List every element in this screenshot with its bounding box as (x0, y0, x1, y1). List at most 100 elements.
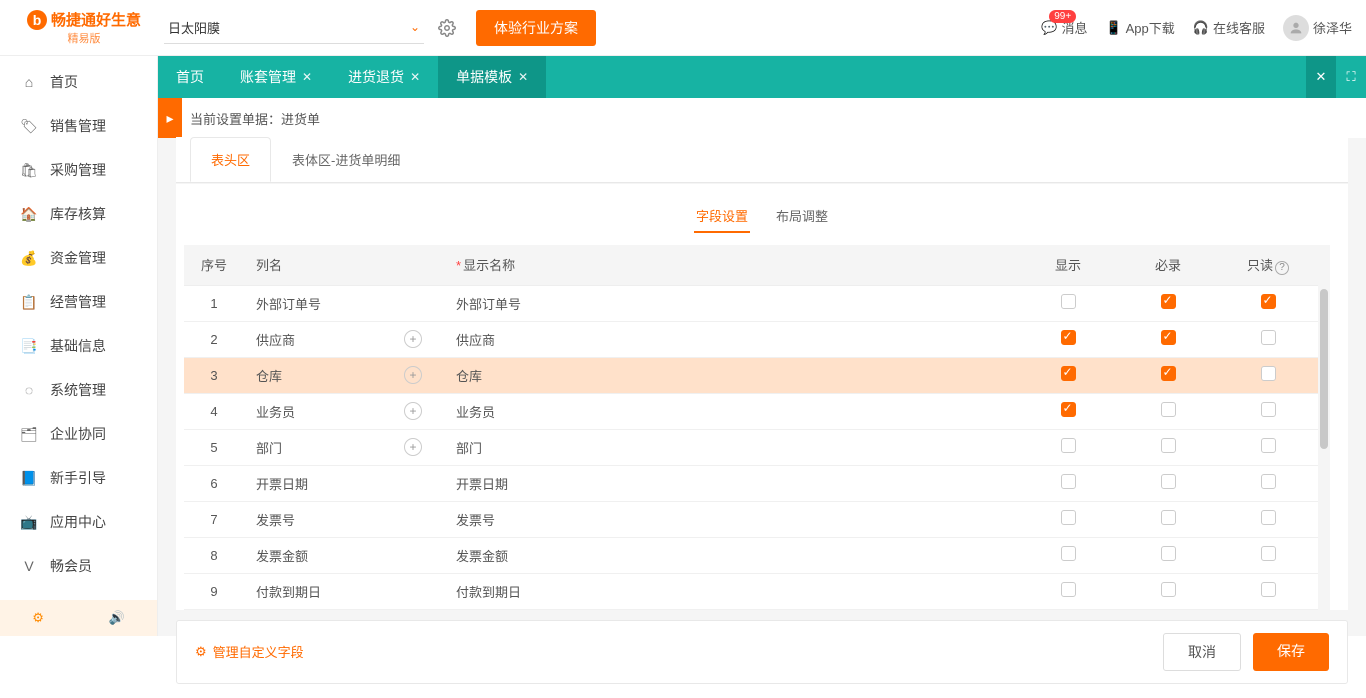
plus-icon[interactable]: + (404, 438, 422, 456)
sidebar-item-label: 销售管理 (50, 116, 106, 136)
th-show: 显示 (1018, 245, 1118, 285)
table-row[interactable]: 6 开票日期 开票日期 (184, 465, 1318, 501)
table-row[interactable]: 3 仓库+ 仓库 (184, 357, 1318, 393)
cell-disp[interactable]: 发票金额 (444, 537, 1018, 573)
messages-button[interactable]: 💬 99+ 消息 (1041, 18, 1087, 37)
plus-icon[interactable]: + (404, 402, 422, 420)
checkbox[interactable] (1261, 330, 1276, 345)
checkbox[interactable] (1261, 366, 1276, 381)
sidebar-item[interactable]: 📘新手引导 (0, 456, 157, 500)
customer-service-button[interactable]: 🎧 在线客服 (1193, 18, 1265, 37)
checkbox[interactable] (1161, 510, 1176, 525)
checkbox[interactable] (1261, 402, 1276, 417)
tab-header-area[interactable]: 表头区 (190, 137, 271, 182)
close-tab-icon[interactable]: ✕ (1306, 56, 1336, 98)
user-menu[interactable]: 徐泽华 (1283, 15, 1352, 41)
table-row[interactable]: 9 付款到期日 付款到期日 (184, 573, 1318, 609)
sidebar-item[interactable]: 📑基础信息 (0, 324, 157, 368)
footer-sound-icon[interactable]: 🔊 (109, 610, 125, 626)
tab-field-settings[interactable]: 字段设置 (694, 200, 750, 233)
cell-disp[interactable]: 业务员 (444, 393, 1018, 429)
checkbox[interactable] (1161, 438, 1176, 453)
buy-icon: 🛍 (20, 161, 38, 179)
cta-button[interactable]: 体验行业方案 (476, 10, 596, 46)
tab-layout-adjust[interactable]: 布局调整 (774, 200, 830, 233)
checkbox[interactable] (1161, 402, 1176, 417)
sidebar-item[interactable]: V畅会员 (0, 544, 157, 588)
table-row[interactable]: 1 外部订单号 外部订单号 (184, 285, 1318, 321)
table-row[interactable]: 5 部门+ 部门 (184, 429, 1318, 465)
cell-show (1018, 501, 1118, 537)
cell-ro (1218, 465, 1318, 501)
table-row[interactable]: 4 业务员+ 业务员 (184, 393, 1318, 429)
sidebar-item[interactable]: ⌂首页 (0, 60, 157, 104)
sidebar-item[interactable]: 🏷销售管理 (0, 104, 157, 148)
plus-icon[interactable]: + (404, 366, 422, 384)
checkbox[interactable] (1161, 582, 1176, 597)
page-tab[interactable]: 进货退货✕ (330, 56, 438, 98)
page-tab[interactable]: 账套管理✕ (222, 56, 330, 98)
checkbox[interactable] (1261, 582, 1276, 597)
checkbox[interactable] (1061, 330, 1076, 345)
cell-disp[interactable]: 开票日期 (444, 465, 1018, 501)
sidebar-item[interactable]: ◌系统管理 (0, 368, 157, 412)
cell-disp[interactable]: 供应商 (444, 321, 1018, 357)
save-button[interactable]: 保存 (1253, 633, 1329, 671)
plus-icon[interactable]: + (404, 330, 422, 348)
settings-gear-icon[interactable] (432, 13, 462, 43)
checkbox[interactable] (1061, 402, 1076, 417)
checkbox[interactable] (1061, 294, 1076, 309)
checkbox[interactable] (1061, 366, 1076, 381)
company-select[interactable]: 日太阳膜 ⌄ (164, 12, 424, 44)
table-row[interactable]: 2 供应商+ 供应商 (184, 321, 1318, 357)
checkbox[interactable] (1061, 510, 1076, 525)
sidebar-item[interactable]: 📺应用中心 (0, 500, 157, 544)
checkbox[interactable] (1161, 546, 1176, 561)
cell-col: 供应商+ (244, 321, 444, 357)
cell-disp[interactable]: 付款到期日 (444, 573, 1018, 609)
cell-req (1118, 537, 1218, 573)
checkbox[interactable] (1261, 294, 1276, 309)
footer-bar: ⚙ 管理自定义字段 取消 保存 (176, 620, 1348, 684)
cancel-button[interactable]: 取消 (1163, 633, 1241, 671)
checkbox[interactable] (1061, 474, 1076, 489)
checkbox[interactable] (1061, 438, 1076, 453)
page-tab[interactable]: 单据模板✕ (438, 56, 546, 98)
company-name: 日太阳膜 (168, 18, 402, 37)
close-icon[interactable]: ✕ (410, 70, 420, 84)
scrollbar-thumb[interactable] (1320, 289, 1328, 449)
checkbox[interactable] (1261, 510, 1276, 525)
checkbox[interactable] (1261, 474, 1276, 489)
checkbox[interactable] (1061, 546, 1076, 561)
checkbox[interactable] (1161, 474, 1176, 489)
checkbox[interactable] (1261, 546, 1276, 561)
app-download-button[interactable]: 📱 App下载 (1105, 18, 1174, 37)
fullscreen-icon[interactable]: ⛶ (1336, 56, 1366, 98)
checkbox[interactable] (1161, 294, 1176, 309)
checkbox[interactable] (1161, 366, 1176, 381)
close-icon[interactable]: ✕ (302, 70, 312, 84)
cell-disp[interactable]: 外部订单号 (444, 285, 1018, 321)
sidebar-item[interactable]: 💰资金管理 (0, 236, 157, 280)
cell-disp[interactable]: 仓库 (444, 357, 1018, 393)
close-icon[interactable]: ✕ (518, 70, 528, 84)
manage-custom-fields-link[interactable]: ⚙ 管理自定义字段 (195, 642, 304, 661)
cell-disp[interactable]: 发票号 (444, 501, 1018, 537)
sidebar-item[interactable]: 🏠库存核算 (0, 192, 157, 236)
table-row[interactable]: 7 发票号 发票号 (184, 501, 1318, 537)
cell-disp[interactable]: 部门 (444, 429, 1018, 465)
help-icon[interactable]: ? (1275, 261, 1289, 275)
sidebar-item[interactable]: 📋经营管理 (0, 280, 157, 324)
checkbox[interactable] (1061, 582, 1076, 597)
table-row[interactable]: 8 发票金额 发票金额 (184, 537, 1318, 573)
page-tab[interactable]: 首页 (158, 56, 222, 98)
tab-body-area[interactable]: 表体区-进货单明细 (271, 137, 421, 182)
scrollbar[interactable] (1318, 245, 1330, 610)
checkbox[interactable] (1261, 438, 1276, 453)
footer-gear-icon[interactable]: ⚙ (32, 610, 44, 626)
sidebar-item[interactable]: 🗂企业协同 (0, 412, 157, 456)
checkbox[interactable] (1161, 330, 1176, 345)
table-wrap: 序号 列名 *显示名称 显示 必录 只读? 1 外部订单号 外部订单号 (176, 245, 1348, 610)
sidebar-item[interactable]: 🛍采购管理 (0, 148, 157, 192)
fund-icon: 💰 (20, 249, 38, 267)
